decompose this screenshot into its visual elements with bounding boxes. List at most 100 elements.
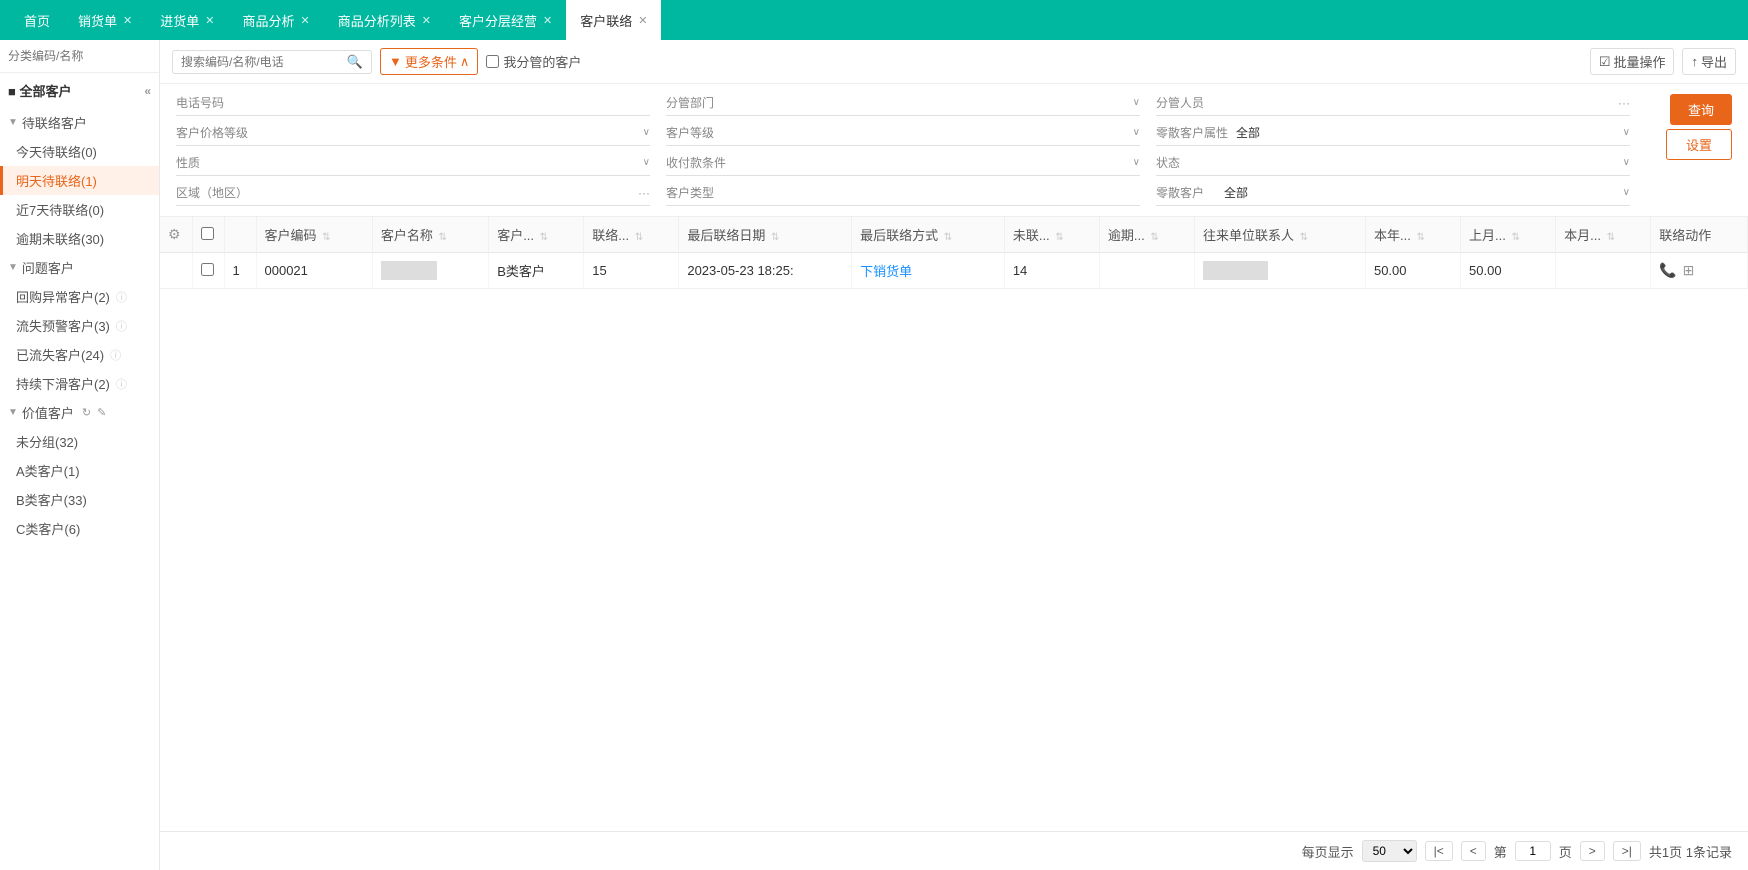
- set-button[interactable]: 设置: [1666, 129, 1732, 160]
- nav-customer-segmentation[interactable]: 客户分层经营 ✕: [445, 0, 566, 40]
- sort-contact-icon[interactable]: ⇅: [635, 232, 643, 243]
- col-overdue-header: 逾期... ⇅: [1099, 217, 1194, 253]
- last-page-btn[interactable]: >|: [1613, 841, 1641, 861]
- payment-dropdown-icon[interactable]: ∨: [1133, 157, 1140, 168]
- first-page-btn[interactable]: |<: [1425, 841, 1453, 861]
- edit-value-icon[interactable]: ✎: [97, 406, 106, 419]
- sort-year-icon[interactable]: ⇅: [1416, 232, 1424, 243]
- row-select-checkbox[interactable]: [201, 263, 214, 276]
- sidebar-item-overdue-contact[interactable]: 逾期未联络(30): [0, 224, 159, 253]
- group-problem-customers[interactable]: ▼ 问题客户: [0, 253, 159, 282]
- sidebar-item-tomorrow-contact[interactable]: 明天待联络(1): [0, 166, 159, 195]
- sort-name-icon[interactable]: ⇅: [438, 232, 446, 243]
- sort-date-icon[interactable]: ⇅: [771, 232, 779, 243]
- nav-sales-order[interactable]: 销货单 ✕: [64, 0, 146, 40]
- nav-product-analysis[interactable]: 商品分析 ✕: [228, 0, 323, 40]
- sort-person-icon[interactable]: ⇅: [1300, 232, 1308, 243]
- checkbox-icon: ☑: [1599, 54, 1611, 70]
- nav-customer-segmentation-close[interactable]: ✕: [543, 14, 552, 27]
- select-all-checkbox[interactable]: [201, 227, 214, 240]
- sidebar-item-7days-contact[interactable]: 近7天待联络(0): [0, 195, 159, 224]
- group-pending-contact[interactable]: ▼ 待联络客户: [0, 108, 159, 137]
- sort-code-icon[interactable]: ⇅: [322, 232, 330, 243]
- sidebar-item-repurchase-abnormal[interactable]: 回购异常客户(2) ⓘ: [0, 282, 159, 311]
- contact-person-value: [1203, 261, 1268, 280]
- nav-customer-contact[interactable]: 客户联络 ✕: [566, 0, 661, 40]
- collapse-sidebar-icon[interactable]: «: [144, 84, 151, 98]
- action-icons-container: 📞 ⊞: [1659, 262, 1739, 279]
- sort-method-icon[interactable]: ⇅: [944, 232, 952, 243]
- nav-product-analysis-list[interactable]: 商品分析列表 ✕: [324, 0, 445, 40]
- customer-name-value: Ea: [381, 261, 437, 280]
- nav-home-label: 首页: [24, 11, 50, 30]
- last-contact-method-link[interactable]: 下销货单: [860, 264, 912, 279]
- query-button[interactable]: 查询: [1670, 94, 1732, 125]
- info-icon-4: ⓘ: [116, 376, 127, 392]
- filter-bar-right: ☑ 批量操作 ↑ 导出: [1590, 48, 1736, 75]
- export-btn[interactable]: ↑ 导出: [1682, 48, 1736, 75]
- my-customers-checkbox[interactable]: [486, 55, 499, 68]
- sidebar-item-declining[interactable]: 持续下滑客户(2) ⓘ: [0, 369, 159, 398]
- group-value-customers[interactable]: ▼ 价值客户 ↻ ✎: [0, 398, 159, 427]
- more-conditions-btn[interactable]: ▼ 更多条件 ∧: [380, 48, 478, 75]
- customers-table: ⚙ 客户编码 ⇅ 客户名称 ⇅: [160, 217, 1748, 289]
- row-no-contact: 14: [1004, 253, 1099, 289]
- batch-operation-btn[interactable]: ☑ 批量操作: [1590, 48, 1675, 75]
- sidebar-item-tomorrow-label: 明天待联络(1): [16, 171, 97, 190]
- sort-overdue-icon[interactable]: ⇅: [1150, 232, 1158, 243]
- filter-row-2: 客户价格等级 ∨ 客户等级 ∨ 零散客户属性 全部 ∨: [176, 124, 1646, 146]
- nature-dropdown-icon[interactable]: ∨: [643, 157, 650, 168]
- table-header-row: ⚙ 客户编码 ⇅ 客户名称 ⇅: [160, 217, 1748, 253]
- gear-settings-icon[interactable]: ⚙: [168, 226, 181, 242]
- sidebar-item-ungrouped[interactable]: 未分组(32): [0, 427, 159, 456]
- next-page-btn[interactable]: >: [1580, 841, 1605, 861]
- retail-customer-dropdown-icon[interactable]: ∨: [1623, 187, 1630, 198]
- page-size-select[interactable]: 50 100: [1362, 840, 1417, 862]
- chevron-up-icon: ∧: [460, 54, 470, 70]
- info-icon-3: ⓘ: [110, 347, 121, 363]
- customer-level-dropdown-icon[interactable]: ∨: [1133, 127, 1140, 138]
- sidebar-item-class-b[interactable]: B类客户(33): [0, 485, 159, 514]
- sidebar-item-today-contact[interactable]: 今天待联络(0): [0, 137, 159, 166]
- sidebar-item-churn-warning[interactable]: 流失预警客户(3) ⓘ: [0, 311, 159, 340]
- all-customers-header[interactable]: ■ 全部客户 «: [0, 73, 159, 108]
- more-conditions-label: 更多条件: [405, 52, 457, 71]
- region-dots-icon[interactable]: ···: [638, 186, 650, 200]
- status-dropdown-icon[interactable]: ∨: [1623, 157, 1630, 168]
- nav-home[interactable]: 首页: [10, 0, 64, 40]
- nav-purchase-order[interactable]: 进货单 ✕: [146, 0, 228, 40]
- retail-attr-dropdown-icon[interactable]: ∨: [1623, 127, 1630, 138]
- refresh-icon[interactable]: ↻: [82, 406, 91, 419]
- search-icon[interactable]: 🔍: [347, 54, 363, 70]
- nav-product-analysis-list-close[interactable]: ✕: [422, 14, 431, 27]
- grid-action-icon[interactable]: ⊞: [1683, 262, 1695, 279]
- page-input[interactable]: [1515, 841, 1551, 861]
- dept-dropdown-icon[interactable]: ∨: [1133, 97, 1140, 108]
- sort-this-month-icon[interactable]: ⇅: [1607, 232, 1615, 243]
- sidebar-search-input[interactable]: [8, 49, 160, 63]
- col-this-month-header: 本月... ⇅: [1556, 217, 1651, 253]
- col-this-year-header: 本年... ⇅: [1365, 217, 1460, 253]
- all-customers-label: ■ 全部客户: [8, 81, 71, 100]
- prev-page-btn[interactable]: <: [1461, 841, 1486, 861]
- nav-sales-order-close[interactable]: ✕: [123, 14, 132, 27]
- row-last-contact-date: 2023-05-23 18:25:: [679, 253, 852, 289]
- content-area: 🔍 ▼ 更多条件 ∧ 我分管的客户 ☑ 批量操作 ↑ 导出: [160, 40, 1748, 870]
- price-level-dropdown-icon[interactable]: ∨: [643, 127, 650, 138]
- sidebar-item-class-a[interactable]: A类客户(1): [0, 456, 159, 485]
- sidebar-item-churned[interactable]: 已流失客户(24) ⓘ: [0, 340, 159, 369]
- table-footer: 每页显示 50 100 |< < 第 页 > >| 共1页 1条记录: [160, 831, 1748, 870]
- phone-action-icon[interactable]: 📞: [1659, 262, 1676, 279]
- filter-manager: 分管人员 ···: [1156, 94, 1630, 116]
- nav-customer-contact-close[interactable]: ✕: [638, 14, 647, 27]
- row-checkbox: [192, 253, 224, 289]
- nav-purchase-order-close[interactable]: ✕: [205, 14, 214, 27]
- sidebar-item-class-c[interactable]: C类客户(6): [0, 514, 159, 543]
- manager-dots-icon[interactable]: ···: [1618, 96, 1630, 110]
- main-search-input[interactable]: [181, 55, 343, 69]
- nav-product-analysis-close[interactable]: ✕: [301, 14, 310, 27]
- sort-last-month-icon[interactable]: ⇅: [1512, 232, 1520, 243]
- sort-no-contact-icon[interactable]: ⇅: [1055, 232, 1063, 243]
- col-action-label: 联络动作: [1659, 228, 1711, 243]
- sort-type-icon[interactable]: ⇅: [540, 232, 548, 243]
